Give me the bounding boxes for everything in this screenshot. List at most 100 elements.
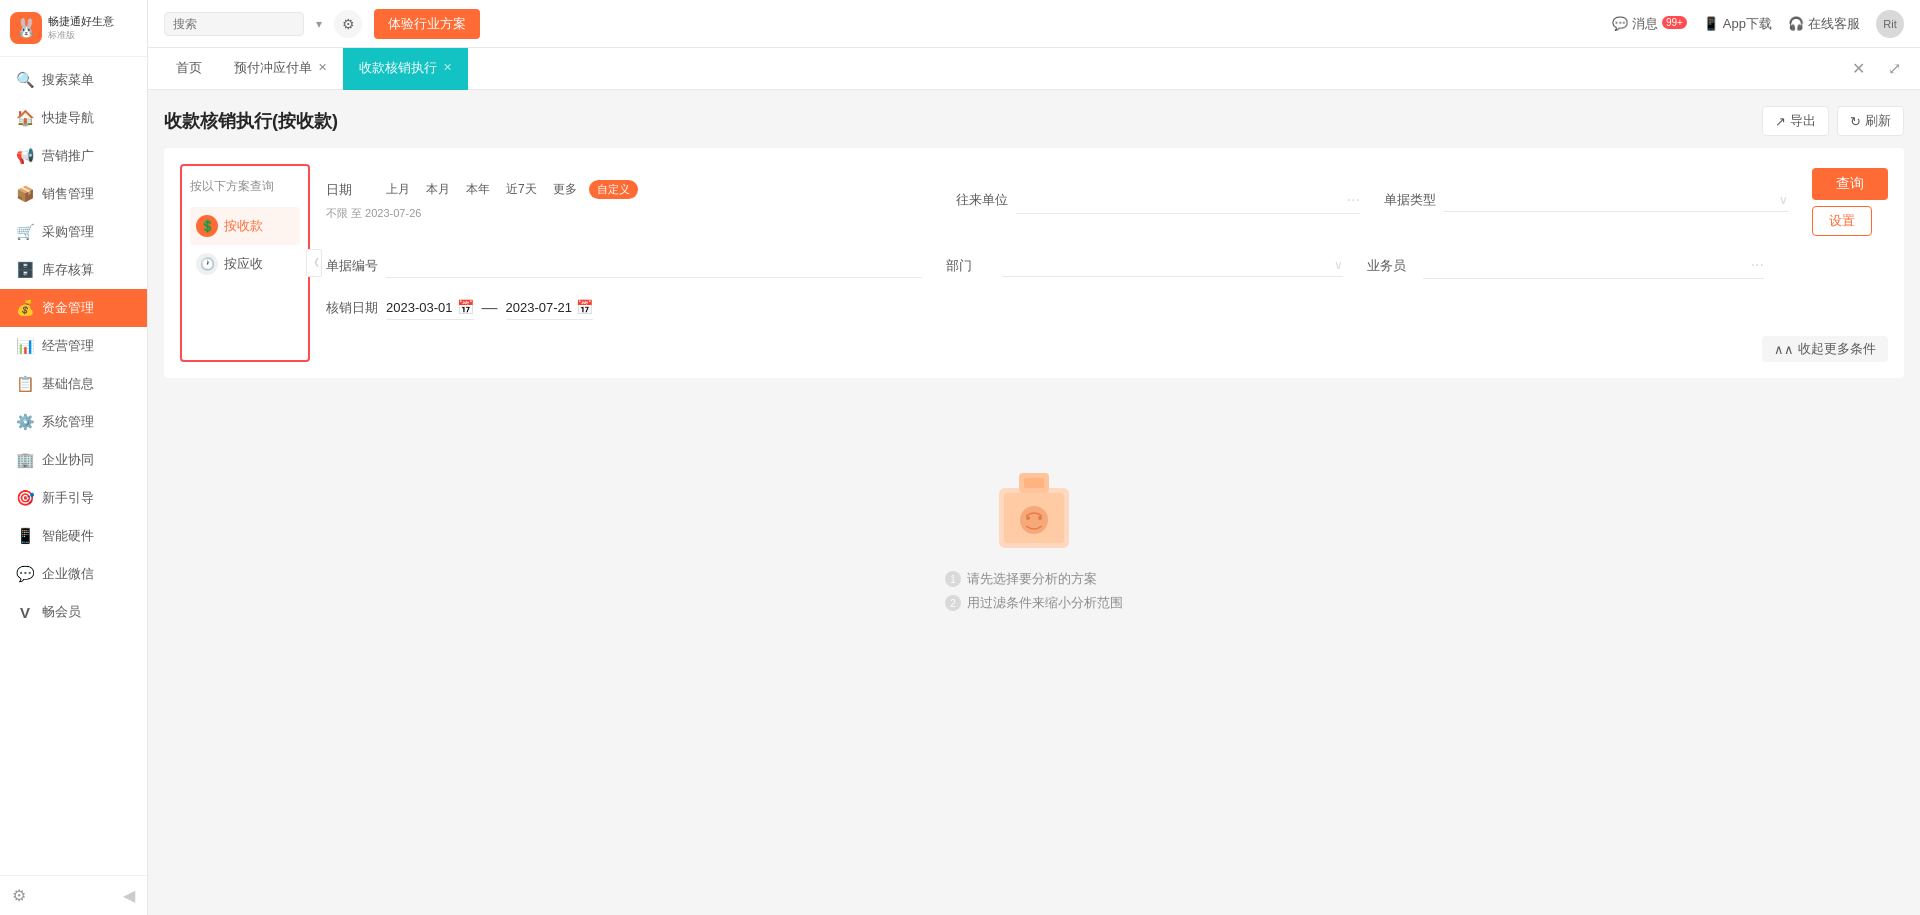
sidebar-label-hardware: 智能硬件 <box>42 527 94 545</box>
filter-form: 日期 上月 本月 本年 近7天 更多 自定义 不限 至 2023-07-26 <box>326 164 1888 362</box>
online-service-action[interactable]: 🎧 在线客服 <box>1788 15 1860 33</box>
filter-panel: 按以下方案查询 💲 按收款 🕐 按应收 《 <box>164 148 1904 378</box>
wechat-icon: 💬 <box>16 565 34 583</box>
staff-dots-icon: ··· <box>1751 256 1764 274</box>
sidebar-label-inventory: 库存核算 <box>42 261 94 279</box>
staff-selector[interactable]: ··· <box>1423 252 1764 279</box>
tab-bar: 首页 预付冲应付单 ✕ 收款核销执行 ✕ ✕ ⤢ <box>148 48 1920 90</box>
order-type-selector[interactable]: ∨ <box>1444 189 1788 212</box>
page-title-bar: 收款核销执行(按收款) ↗ 导出 ↻ 刷新 <box>164 106 1904 136</box>
industry-plan-button[interactable]: 体验行业方案 <box>374 9 480 39</box>
last7days-btn[interactable]: 近7天 <box>502 179 541 200</box>
sidebar-label-wechat: 企业微信 <box>42 565 94 583</box>
tab-home[interactable]: 首页 <box>160 48 218 90</box>
system-icon: ⚙️ <box>16 413 34 431</box>
sidebar-item-guide[interactable]: 🎯 新手引导 <box>0 479 147 517</box>
sidebar-item-business[interactable]: 📊 经营管理 <box>0 327 147 365</box>
step-1-num: 1 <box>945 571 961 587</box>
sidebar-item-search[interactable]: 🔍 搜索菜单 <box>0 61 147 99</box>
sidebar-item-hardware[interactable]: 📱 智能硬件 <box>0 517 147 555</box>
inventory-icon: 🗄️ <box>16 261 34 279</box>
app-version: 标准版 <box>48 29 114 42</box>
refresh-icon: ↻ <box>1850 114 1861 129</box>
partner-label: 往来单位 <box>956 191 1008 209</box>
partner-selector[interactable]: ··· <box>1016 187 1360 214</box>
app-download-action[interactable]: 📱 App下载 <box>1703 15 1772 33</box>
sidebar-item-enterprise[interactable]: 🏢 企业协同 <box>0 441 147 479</box>
filter-collapse-arrow[interactable]: 《 <box>306 249 322 277</box>
close-tab-icon[interactable]: ✕ <box>1844 55 1872 83</box>
sidebar-item-sales[interactable]: 📦 销售管理 <box>0 175 147 213</box>
app-icon: 📱 <box>1703 16 1719 31</box>
empty-image <box>974 458 1094 558</box>
settings-icon[interactable]: ⚙ <box>12 886 26 905</box>
filter-option-by-receivable[interactable]: 🕐 按应收 <box>190 245 300 283</box>
svg-point-4 <box>1038 516 1042 520</box>
sidebar-item-member[interactable]: V 畅会员 <box>0 593 147 631</box>
filter-option-receipt-label: 按收款 <box>224 217 263 235</box>
sidebar-item-purchase[interactable]: 🛒 采购管理 <box>0 213 147 251</box>
prev-month-btn[interactable]: 上月 <box>382 179 414 200</box>
filter-option-by-receipt[interactable]: 💲 按收款 <box>190 207 300 245</box>
date-no-limit: 不限 至 2023-07-26 <box>326 206 421 221</box>
page-content: 收款核销执行(按收款) ↗ 导出 ↻ 刷新 按以下方案查询 💲 按收款 <box>148 90 1920 915</box>
date-separator: — <box>482 299 498 317</box>
calendar-start-icon[interactable]: 📅 <box>457 299 474 315</box>
filter-sidebar-title: 按以下方案查询 <box>190 178 300 195</box>
home-icon: 🏠 <box>16 109 34 127</box>
tab-prepay[interactable]: 预付冲应付单 ✕ <box>218 48 343 90</box>
custom-date-btn[interactable]: 自定义 <box>589 180 638 199</box>
maximize-icon[interactable]: ⤢ <box>1880 55 1908 83</box>
sidebar-item-finance[interactable]: 💰 资金管理 <box>0 289 147 327</box>
chevron-down-icon[interactable]: ▾ <box>316 17 322 31</box>
dept-selector[interactable]: ∨ <box>1002 254 1343 277</box>
finance-icon: 💰 <box>16 299 34 317</box>
order-no-input[interactable] <box>386 254 922 278</box>
staff-field: 业务员 ··· <box>1367 252 1764 279</box>
empty-step-2: 2 用过滤条件来缩小分析范围 <box>945 594 1123 612</box>
tab-receivable-close-icon[interactable]: ✕ <box>443 61 452 74</box>
sidebar-item-system[interactable]: ⚙️ 系统管理 <box>0 403 147 441</box>
avatar[interactable]: Rit <box>1876 10 1904 38</box>
sidebar-label-search: 搜索菜单 <box>42 71 94 89</box>
partner-dots-icon: ··· <box>1347 191 1360 209</box>
sidebar-label-finance: 资金管理 <box>42 299 94 317</box>
svg-point-3 <box>1026 516 1030 520</box>
export-icon: ↗ <box>1775 114 1786 129</box>
sidebar-item-basic[interactable]: 📋 基础信息 <box>0 365 147 403</box>
tab-prepay-close-icon[interactable]: ✕ <box>318 61 327 74</box>
sidebar-label-member: 畅会员 <box>42 603 81 621</box>
current-month-btn[interactable]: 本月 <box>422 179 454 200</box>
more-date-btn[interactable]: 更多 <box>549 179 581 200</box>
sidebar-item-marketing[interactable]: 📢 营销推广 <box>0 137 147 175</box>
sidebar-item-quick[interactable]: 🏠 快捷导航 <box>0 99 147 137</box>
tab-receivable[interactable]: 收款核销执行 ✕ <box>343 48 468 90</box>
empty-step-1: 1 请先选择要分析的方案 <box>945 570 1123 588</box>
export-button[interactable]: ↗ 导出 <box>1762 106 1829 136</box>
settings-button[interactable]: 设置 <box>1812 206 1872 236</box>
sidebar-label-purchase: 采购管理 <box>42 223 94 241</box>
sidebar-item-wechat[interactable]: 💬 企业微信 <box>0 555 147 593</box>
app-download-label: App下载 <box>1723 15 1772 33</box>
message-action[interactable]: 💬 消息 99+ <box>1612 15 1687 33</box>
member-icon: V <box>16 604 34 621</box>
filter-row-1: 日期 上月 本月 本年 近7天 更多 自定义 不限 至 2023-07-26 <box>326 164 1888 236</box>
current-year-btn[interactable]: 本年 <box>462 179 494 200</box>
receipt-icon: 💲 <box>196 215 218 237</box>
dept-chevron-icon: ∨ <box>1334 258 1343 272</box>
search-input[interactable] <box>164 12 304 36</box>
staff-label: 业务员 <box>1367 257 1415 275</box>
sidebar-label-marketing: 营销推广 <box>42 147 94 165</box>
refresh-button[interactable]: ↻ 刷新 <box>1837 106 1904 136</box>
collapse-more-button[interactable]: ∧∧ 收起更多条件 <box>1762 336 1888 362</box>
header-right: 💬 消息 99+ 📱 App下载 🎧 在线客服 Rit <box>1612 10 1904 38</box>
header-gear-icon[interactable]: ⚙ <box>334 10 362 38</box>
logo-icon: 🐰 <box>10 12 42 44</box>
header-left: ▾ ⚙ 体验行业方案 <box>164 9 480 39</box>
page-title: 收款核销执行(按收款) <box>164 109 338 133</box>
query-button[interactable]: 查询 <box>1812 168 1888 200</box>
sidebar-item-inventory[interactable]: 🗄️ 库存核算 <box>0 251 147 289</box>
collapse-sidebar-icon[interactable]: ◀ <box>123 886 135 905</box>
page-actions: ↗ 导出 ↻ 刷新 <box>1762 106 1904 136</box>
calendar-end-icon[interactable]: 📅 <box>576 299 593 315</box>
